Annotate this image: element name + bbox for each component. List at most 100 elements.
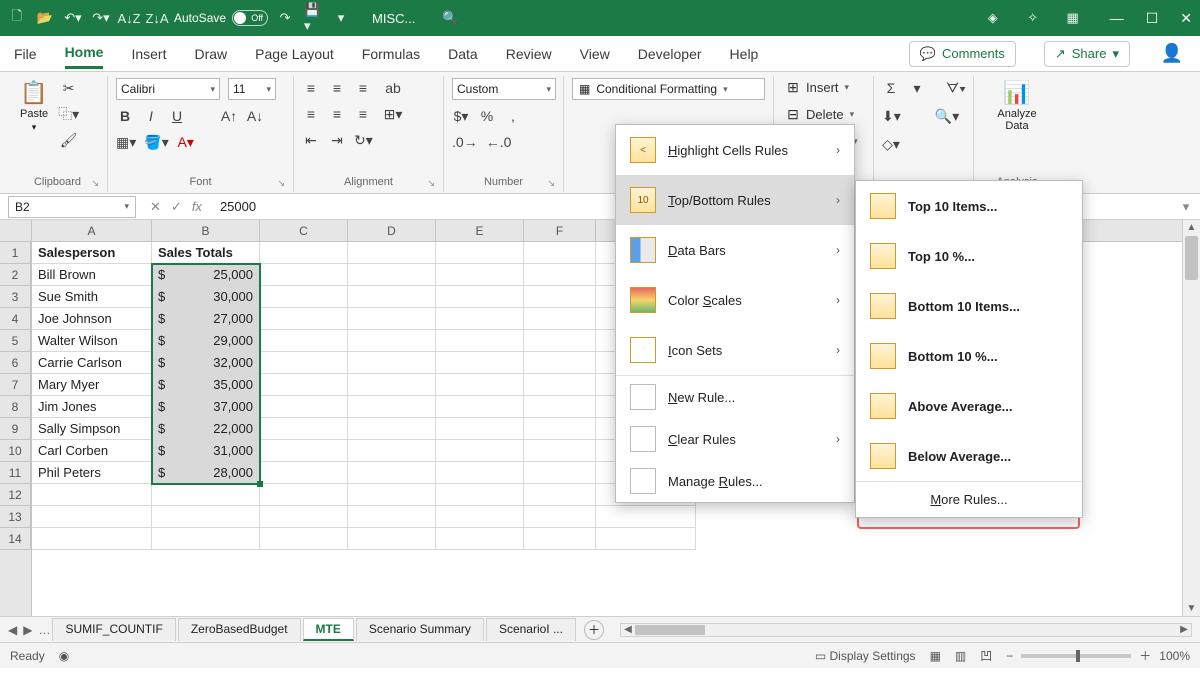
comments-button[interactable]: 💬 Comments — [909, 41, 1016, 67]
cell[interactable] — [524, 374, 596, 396]
tab-insert[interactable]: Insert — [131, 40, 166, 68]
cell[interactable] — [436, 352, 524, 374]
cell[interactable]: $29,000 — [152, 330, 260, 352]
cell[interactable] — [152, 528, 260, 550]
dialog-launcher-icon[interactable]: ↘ — [277, 178, 285, 189]
cell[interactable]: Sue Smith — [32, 286, 152, 308]
hscroll-thumb[interactable] — [635, 625, 705, 635]
borders-icon[interactable]: ▦▾ — [116, 132, 136, 152]
row-header[interactable]: 10 — [0, 440, 31, 462]
cell[interactable] — [524, 286, 596, 308]
align-bottom-icon[interactable]: ≡ — [354, 78, 372, 98]
cell[interactable]: Sally Simpson — [32, 418, 152, 440]
tab-developer[interactable]: Developer — [638, 40, 702, 68]
row-header[interactable]: 11 — [0, 462, 31, 484]
paste-button[interactable]: 📋 Paste ▾ — [16, 78, 52, 135]
scroll-left-icon[interactable]: ◀ — [621, 624, 635, 636]
tab-file[interactable]: File — [14, 40, 37, 68]
orientation-icon[interactable]: ↻▾ — [354, 130, 373, 150]
cell[interactable] — [260, 440, 348, 462]
cell[interactable] — [348, 506, 436, 528]
conditional-formatting-button[interactable]: ▦ Conditional Formatting ▾ — [572, 78, 765, 100]
cell[interactable]: Sales Totals — [152, 242, 260, 264]
row-header[interactable]: 7 — [0, 374, 31, 396]
wand-icon[interactable]: ✧ — [1024, 9, 1042, 27]
row-header[interactable]: 8 — [0, 396, 31, 418]
fill-icon[interactable]: ⬇▾ — [882, 106, 901, 126]
redo2-icon[interactable]: ↷ — [276, 9, 294, 27]
col-header[interactable]: A — [32, 220, 152, 241]
tab-formulas[interactable]: Formulas — [362, 40, 420, 68]
comma-icon[interactable]: , — [504, 106, 522, 126]
cell[interactable] — [436, 374, 524, 396]
sheet-tab[interactable]: MTE — [303, 618, 354, 641]
cell[interactable] — [436, 418, 524, 440]
cell[interactable] — [524, 264, 596, 286]
grow-font-icon[interactable]: A↑ — [220, 106, 238, 126]
cell[interactable] — [436, 242, 524, 264]
align-middle-icon[interactable]: ≡ — [328, 78, 346, 98]
row-header[interactable]: 1 — [0, 242, 31, 264]
cell[interactable] — [260, 264, 348, 286]
undo-icon[interactable]: ↶▾ — [64, 9, 82, 27]
cell[interactable]: $32,000 — [152, 352, 260, 374]
autosum-icon[interactable]: Σ — [882, 78, 900, 98]
cell[interactable]: $25,000 — [152, 264, 260, 286]
italic-button[interactable]: I — [142, 106, 160, 126]
row-header[interactable]: 2 — [0, 264, 31, 286]
cell[interactable]: $28,000 — [152, 462, 260, 484]
cell[interactable] — [260, 352, 348, 374]
cf-menu-item[interactable]: Clear Rules› — [616, 418, 854, 460]
cell[interactable] — [348, 374, 436, 396]
find-icon[interactable]: 🔍▾ — [935, 106, 959, 126]
fx-icon[interactable]: fx — [192, 199, 202, 215]
cell[interactable]: Bill Brown — [32, 264, 152, 286]
row-header[interactable]: 13 — [0, 506, 31, 528]
cell[interactable] — [348, 286, 436, 308]
cell[interactable] — [348, 264, 436, 286]
cell[interactable] — [524, 528, 596, 550]
fill-color-icon[interactable]: 🪣▾ — [144, 132, 168, 152]
cell[interactable] — [524, 462, 596, 484]
cf-menu-item[interactable]: 10Top/Bottom Rules› — [616, 175, 854, 225]
cell[interactable] — [436, 264, 524, 286]
cell[interactable] — [348, 484, 436, 506]
tab-review[interactable]: Review — [506, 40, 552, 68]
maximize-icon[interactable]: ☐ — [1146, 10, 1159, 27]
row-header[interactable]: 12 — [0, 484, 31, 506]
confirm-edit-icon[interactable]: ✓ — [171, 199, 182, 215]
cell[interactable] — [32, 506, 152, 528]
dialog-launcher-icon[interactable]: ↘ — [91, 178, 99, 189]
open-file-icon[interactable]: 📂 — [36, 9, 54, 27]
share-button[interactable]: ↗ Share ▾ — [1044, 41, 1130, 67]
sort-asc-icon[interactable]: A↓Z — [120, 9, 138, 27]
view-normal-icon[interactable]: ▦ — [930, 649, 941, 663]
cell[interactable] — [32, 528, 152, 550]
cut-icon[interactable]: ✂ — [58, 78, 79, 98]
scroll-thumb[interactable] — [1185, 236, 1198, 280]
cell[interactable]: Joe Johnson — [32, 308, 152, 330]
cell[interactable] — [524, 418, 596, 440]
cell[interactable] — [596, 528, 696, 550]
tab-page-layout[interactable]: Page Layout — [255, 40, 334, 68]
tab-help[interactable]: Help — [730, 40, 759, 68]
underline-button[interactable]: U — [168, 106, 186, 126]
cf-menu-item[interactable]: Data Bars› — [616, 225, 854, 275]
font-name-dropdown[interactable]: Calibri▾ — [116, 78, 220, 100]
cell[interactable] — [260, 462, 348, 484]
merge-icon[interactable]: ⊞▾ — [380, 104, 406, 124]
cell[interactable] — [596, 506, 696, 528]
sheet-tab[interactable]: ScenarioI ... — [486, 618, 576, 641]
decrease-decimal-icon[interactable]: ←.0 — [486, 132, 512, 152]
select-all-corner[interactable] — [0, 220, 32, 242]
cancel-edit-icon[interactable]: ✕ — [150, 199, 161, 215]
zoom-in-icon[interactable]: ＋ — [1139, 647, 1151, 664]
zoom-out-icon[interactable]: − — [1006, 649, 1013, 663]
tb-menu-item[interactable]: Top 10 Items... — [856, 181, 1082, 231]
new-file-icon[interactable]: 🗋 — [8, 9, 26, 27]
currency-icon[interactable]: $▾ — [452, 106, 470, 126]
cell[interactable] — [436, 506, 524, 528]
col-header[interactable]: F — [524, 220, 596, 241]
view-page-icon[interactable]: ▥ — [955, 649, 966, 663]
cell[interactable] — [260, 528, 348, 550]
